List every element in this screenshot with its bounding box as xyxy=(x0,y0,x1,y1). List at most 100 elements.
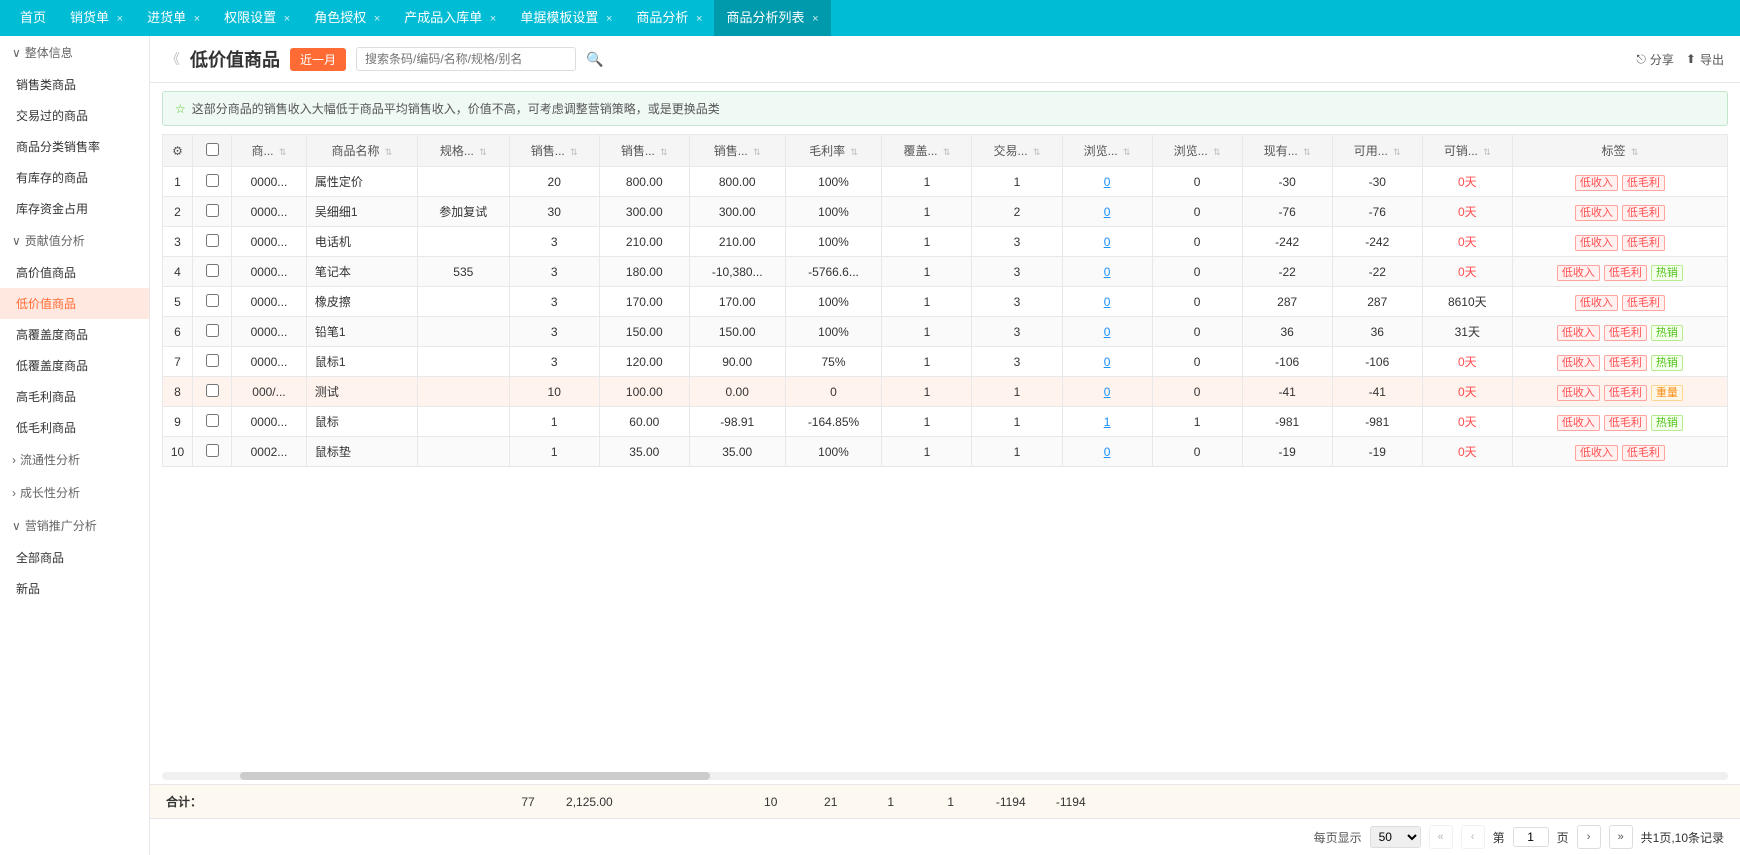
td-checkbox[interactable] xyxy=(193,287,232,317)
row-checkbox[interactable] xyxy=(206,324,219,337)
td-checkbox[interactable] xyxy=(193,407,232,437)
browse-link[interactable]: 0 xyxy=(1104,205,1111,219)
horizontal-scrollbar[interactable] xyxy=(162,772,1728,780)
nav-product-close[interactable]: × xyxy=(490,13,496,25)
td-browse1[interactable]: 0 xyxy=(1062,227,1152,257)
browse-link[interactable]: 0 xyxy=(1104,355,1111,369)
sidebar-item-traded[interactable]: 交易过的商品 xyxy=(0,100,149,131)
search-input[interactable] xyxy=(356,47,576,71)
first-page-btn[interactable]: « xyxy=(1429,825,1453,849)
td-browse1[interactable]: 1 xyxy=(1062,407,1152,437)
td-checkbox[interactable] xyxy=(193,437,232,467)
td-browse1[interactable]: 0 xyxy=(1062,167,1152,197)
row-checkbox[interactable] xyxy=(206,174,219,187)
th-stock-current[interactable]: 现有... ⇅ xyxy=(1242,135,1332,167)
th-stock-avail[interactable]: 可用... ⇅ xyxy=(1332,135,1422,167)
filter-recent-btn[interactable]: 近一月 xyxy=(290,48,346,71)
browse-link[interactable]: 1 xyxy=(1104,415,1111,429)
nav-permission[interactable]: 权限设置 × xyxy=(212,0,302,36)
th-stock-sale[interactable]: 可销... ⇅ xyxy=(1422,135,1512,167)
th-sale-amount[interactable]: 销售... ⇅ xyxy=(599,135,689,167)
th-browse1[interactable]: 浏览... ⇅ xyxy=(1062,135,1152,167)
browse-link[interactable]: 0 xyxy=(1104,385,1111,399)
prev-page-btn[interactable]: ‹ xyxy=(1461,825,1485,849)
nav-home[interactable]: 首页 xyxy=(8,0,58,36)
sidebar-item-low-coverage[interactable]: 低覆盖度商品 xyxy=(0,350,149,381)
scrollbar-thumb[interactable] xyxy=(240,772,710,780)
sidebar-item-low-margin[interactable]: 低毛利商品 xyxy=(0,412,149,443)
td-checkbox[interactable] xyxy=(193,377,232,407)
sidebar-group-flow[interactable]: ›流通性分析 xyxy=(0,443,149,476)
sidebar-item-in-stock[interactable]: 有库存的商品 xyxy=(0,162,149,193)
th-name[interactable]: 商品名称 ⇅ xyxy=(306,135,417,167)
select-all-checkbox[interactable] xyxy=(206,143,219,156)
browse-link[interactable]: 0 xyxy=(1104,175,1111,189)
nav-product[interactable]: 产成品入库单 × xyxy=(392,0,508,36)
sidebar-item-sales-products[interactable]: 销售类商品 xyxy=(0,69,149,100)
sidebar-group-overall[interactable]: ∨整体信息 xyxy=(0,36,149,69)
next-page-btn[interactable]: › xyxy=(1577,825,1601,849)
browse-link[interactable]: 0 xyxy=(1104,295,1111,309)
browse-link[interactable]: 0 xyxy=(1104,325,1111,339)
sidebar-item-high-value[interactable]: 高价值商品 xyxy=(0,257,149,288)
sidebar-item-high-margin[interactable]: 高毛利商品 xyxy=(0,381,149,412)
share-btn[interactable]: ⎋ 分享 xyxy=(1636,51,1674,68)
td-browse1[interactable]: 0 xyxy=(1062,317,1152,347)
row-checkbox[interactable] xyxy=(206,354,219,367)
nav-analysis-list[interactable]: 商品分析列表 × xyxy=(714,0,830,36)
th-code[interactable]: 商... ⇅ xyxy=(232,135,307,167)
td-checkbox[interactable] xyxy=(193,227,232,257)
th-browse2[interactable]: 浏览... ⇅ xyxy=(1152,135,1242,167)
collapse-sidebar-btn[interactable]: 《 xyxy=(166,49,180,69)
th-coverage[interactable]: 覆盖... ⇅ xyxy=(882,135,972,167)
nav-permission-close[interactable]: × xyxy=(284,13,290,25)
sidebar-item-low-value[interactable]: 低价值商品 xyxy=(0,288,149,319)
th-gear[interactable]: ⚙ xyxy=(163,135,193,167)
nav-analysis-list-close[interactable]: × xyxy=(812,13,818,25)
nav-analysis[interactable]: 商品分析 × xyxy=(624,0,714,36)
row-checkbox[interactable] xyxy=(206,444,219,457)
sidebar-item-new-products[interactable]: 新品 xyxy=(0,573,149,604)
th-margin[interactable]: 毛利率 ⇅ xyxy=(785,135,882,167)
nav-role-close[interactable]: × xyxy=(374,13,380,25)
td-checkbox[interactable] xyxy=(193,317,232,347)
th-sale-qty[interactable]: 销售... ⇅ xyxy=(509,135,599,167)
sidebar-group-growth[interactable]: ›成长性分析 xyxy=(0,476,149,509)
search-icon[interactable]: 🔍 xyxy=(586,51,603,68)
browse-link[interactable]: 0 xyxy=(1104,445,1111,459)
row-checkbox[interactable] xyxy=(206,384,219,397)
sidebar-item-capital[interactable]: 库存资金占用 xyxy=(0,193,149,224)
td-browse1[interactable]: 0 xyxy=(1062,377,1152,407)
sidebar-item-all-products[interactable]: 全部商品 xyxy=(0,542,149,573)
row-checkbox[interactable] xyxy=(206,414,219,427)
row-checkbox[interactable] xyxy=(206,264,219,277)
nav-purchase[interactable]: 进货单 × xyxy=(135,0,212,36)
browse-link[interactable]: 0 xyxy=(1104,265,1111,279)
td-browse1[interactable]: 0 xyxy=(1062,437,1152,467)
page-size-select[interactable]: 50 100 200 xyxy=(1370,826,1421,848)
sidebar-item-category-sales[interactable]: 商品分类销售率 xyxy=(0,131,149,162)
export-btn[interactable]: ⬆ 导出 xyxy=(1686,51,1724,68)
nav-analysis-close[interactable]: × xyxy=(696,13,702,25)
th-checkbox[interactable] xyxy=(193,135,232,167)
nav-purchase-close[interactable]: × xyxy=(194,13,200,25)
nav-template[interactable]: 单据模板设置 × xyxy=(508,0,624,36)
nav-sales[interactable]: 销货单 × xyxy=(58,0,135,36)
browse-link[interactable]: 0 xyxy=(1104,235,1111,249)
td-browse1[interactable]: 0 xyxy=(1062,197,1152,227)
sidebar-group-contribution[interactable]: ∨贡献值分析 xyxy=(0,224,149,257)
th-trade[interactable]: 交易... ⇅ xyxy=(972,135,1062,167)
table-wrapper[interactable]: ⚙ 商... ⇅ 商品名称 ⇅ 规格... ⇅ 销售... ⇅ 销售... ⇅ … xyxy=(150,134,1740,772)
td-browse1[interactable]: 0 xyxy=(1062,287,1152,317)
td-browse1[interactable]: 0 xyxy=(1062,257,1152,287)
row-checkbox[interactable] xyxy=(206,294,219,307)
td-checkbox[interactable] xyxy=(193,167,232,197)
sidebar-item-high-coverage[interactable]: 高覆盖度商品 xyxy=(0,319,149,350)
nav-sales-close[interactable]: × xyxy=(117,13,123,25)
current-page-input[interactable] xyxy=(1513,827,1549,847)
nav-template-close[interactable]: × xyxy=(606,13,612,25)
last-page-btn[interactable]: » xyxy=(1609,825,1633,849)
th-spec[interactable]: 规格... ⇅ xyxy=(417,135,509,167)
th-tags[interactable]: 标签 ⇅ xyxy=(1512,135,1727,167)
nav-role[interactable]: 角色授权 × xyxy=(302,0,392,36)
